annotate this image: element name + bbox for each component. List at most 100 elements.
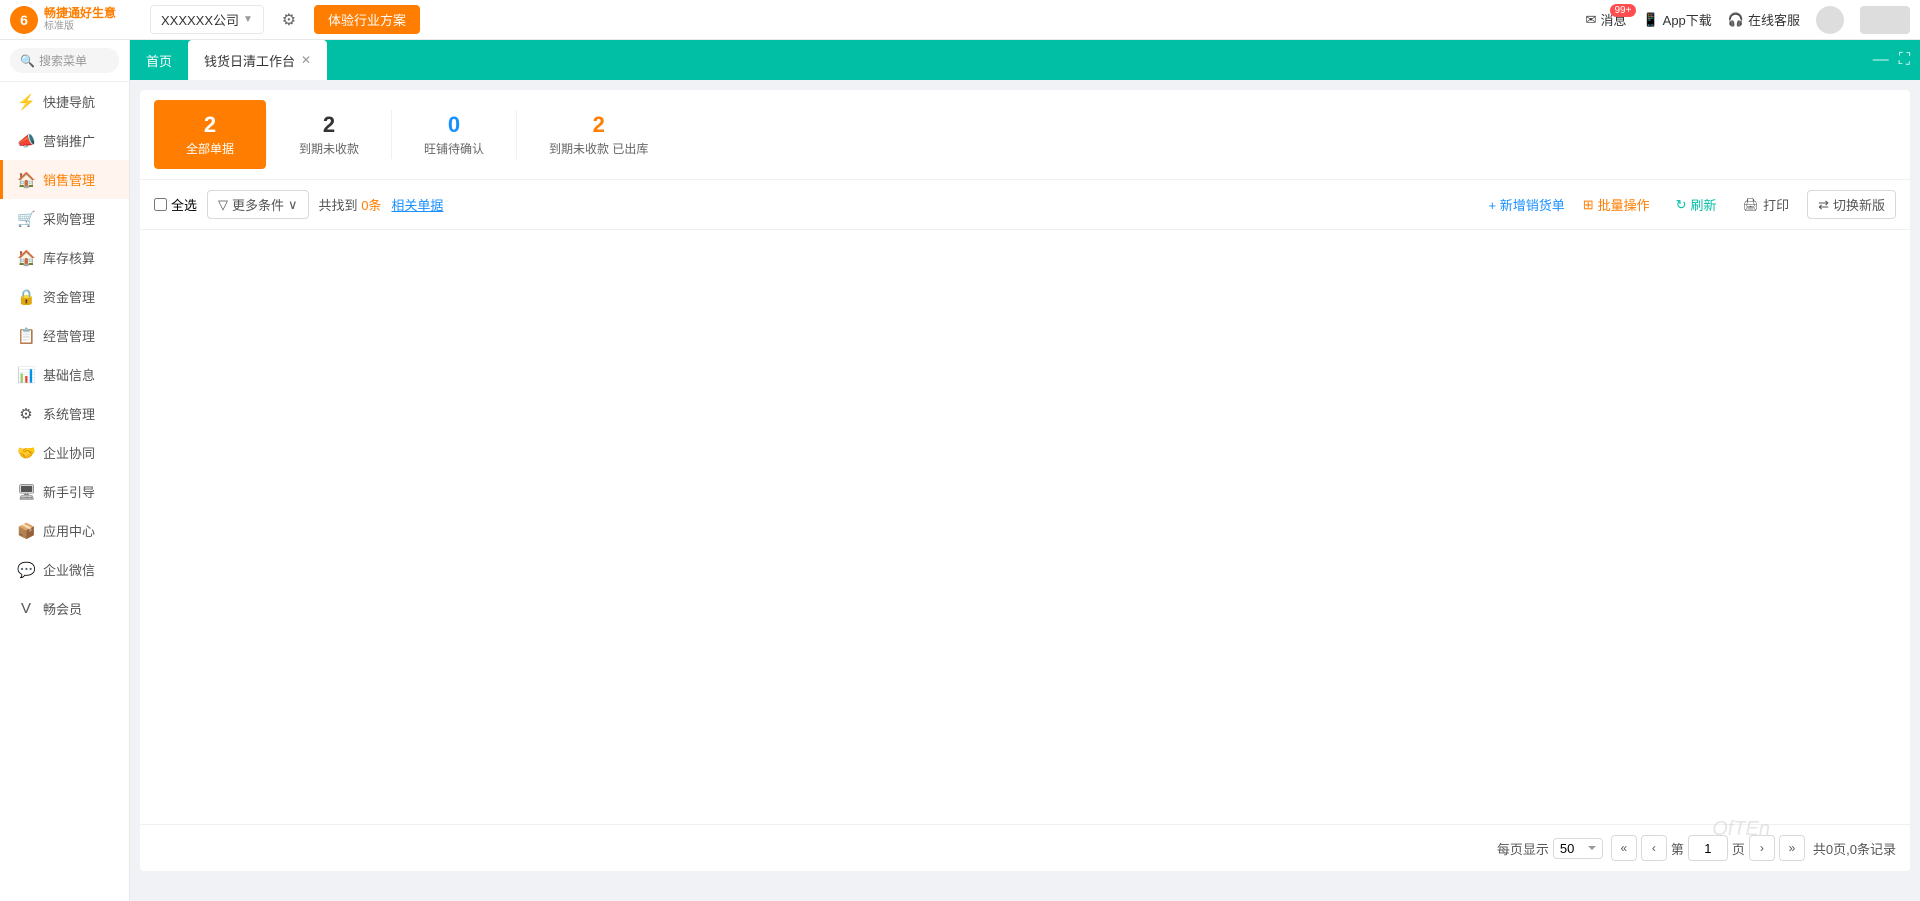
operation-icon: 📋	[17, 327, 35, 345]
sidebar-item-basic-info[interactable]: 📊 基础信息	[0, 355, 129, 394]
page-number-input[interactable]	[1688, 835, 1728, 861]
top-header: 6 畅捷通好生意 标准版 XXXXXX公司 ▼ ⚙ 体验行业方案 ✉ 消息 99…	[0, 0, 1920, 40]
sidebar-item-operation[interactable]: 📋 经营管理	[0, 316, 129, 355]
sidebar-item-sales[interactable]: 🏠 销售管理	[0, 160, 129, 199]
quick-nav-icon: ⚡	[17, 93, 35, 111]
sidebar-item-marketing[interactable]: 📣 营销推广	[0, 121, 129, 160]
inventory-icon: 🏠	[17, 249, 35, 267]
refresh-button[interactable]: ↻ 刷新	[1668, 191, 1725, 218]
card-overdue-num: 2	[323, 112, 335, 138]
sidebar-item-member[interactable]: V 畅会员	[0, 589, 129, 628]
card-wangpu[interactable]: 0 旺铺待确认	[392, 100, 516, 169]
service-icon: 🎧	[1728, 12, 1744, 28]
member-icon: V	[17, 600, 35, 617]
per-page-select[interactable]: 50 20 100	[1553, 838, 1603, 859]
sidebar-search-area: 🔍 搜索菜单	[0, 40, 129, 82]
per-page-label: 每页显示	[1497, 839, 1549, 858]
quick-nav-label: 快捷导航	[43, 92, 95, 111]
maximize-icon[interactable]: ⛶	[1899, 51, 1910, 69]
first-page-button[interactable]: «	[1611, 835, 1637, 861]
card-all-num: 2	[204, 112, 216, 138]
table-area	[140, 230, 1910, 824]
user-name-area[interactable]	[1860, 6, 1910, 34]
basic-info-icon: 📊	[17, 366, 35, 384]
tutorial-label: 新手引导	[43, 482, 95, 501]
app-center-label: 应用中心	[43, 521, 95, 540]
next-page-button[interactable]: ›	[1749, 835, 1775, 861]
sidebar-item-tutorial[interactable]: 🖥 新手引导	[0, 472, 129, 511]
message-icon: ✉	[1586, 12, 1597, 28]
sidebar-item-quick-nav[interactable]: ⚡ 快捷导航	[0, 82, 129, 121]
sidebar: 🔍 搜索菜单 ⚡ 快捷导航 📣 营销推广 🏠 销售管理 🛒 采购管理 🏠 库存核…	[0, 40, 130, 901]
cooperation-icon: 🤝	[17, 444, 35, 462]
sidebar-item-inventory[interactable]: 🏠 库存核算	[0, 238, 129, 277]
wechat-label: 企业微信	[43, 560, 95, 579]
page-size-selector: 每页显示 50 20 100	[1497, 838, 1603, 859]
card-overdue[interactable]: 2 到期未收款	[267, 100, 391, 169]
logo-area: 6 畅捷通好生意 标准版	[10, 6, 140, 34]
logo-icon: 6	[10, 6, 38, 34]
tab-home-label: 首页	[146, 51, 172, 70]
purchase-label: 采购管理	[43, 209, 95, 228]
app-download-button[interactable]: 📱 App下载	[1642, 10, 1711, 29]
company-name: XXXXXX公司	[161, 10, 239, 29]
finance-icon: 🔒	[17, 288, 35, 306]
sidebar-item-wechat[interactable]: 💬 企业微信	[0, 550, 129, 589]
basic-info-label: 基础信息	[43, 365, 95, 384]
purchase-icon: 🛒	[17, 210, 35, 228]
sales-icon: 🏠	[17, 171, 35, 189]
filter-arrow-icon: ∨	[288, 197, 298, 213]
finance-label: 资金管理	[43, 287, 95, 306]
experience-button[interactable]: 体验行业方案	[314, 5, 420, 34]
nav-tabs: 首页 钱货日清工作台 ✕ — ⛶	[130, 40, 1920, 80]
print-icon: 🖨	[1743, 197, 1760, 213]
app-center-icon: 📦	[17, 522, 35, 540]
add-sales-button[interactable]: + 新增销货单	[1484, 195, 1564, 214]
sidebar-search-button[interactable]: 🔍 搜索菜单	[10, 48, 119, 73]
last-page-button[interactable]: »	[1779, 835, 1805, 861]
pagination: 每页显示 50 20 100 « ‹ 第 页 › » 共0页,0条记录	[140, 824, 1910, 871]
found-text: 共找到 0条	[319, 195, 382, 214]
card-overdue-shipped-num: 2	[593, 112, 605, 138]
card-all[interactable]: 2 全部单据	[154, 100, 266, 169]
tab-workbench[interactable]: 钱货日清工作台 ✕	[188, 40, 327, 80]
sidebar-item-finance[interactable]: 🔒 资金管理	[0, 277, 129, 316]
settings-icon[interactable]: ⚙	[274, 5, 304, 35]
select-all-checkbox[interactable]: 全选	[154, 195, 197, 214]
search-placeholder: 搜索菜单	[39, 52, 87, 69]
logo-text: 畅捷通好生意 标准版	[44, 6, 116, 32]
sidebar-item-purchase[interactable]: 🛒 采购管理	[0, 199, 129, 238]
summary-cards: 2 全部单据 2 到期未收款 0 旺铺待确认 2 到期未收款 已出库	[140, 90, 1910, 180]
inventory-label: 库存核算	[43, 248, 95, 267]
tab-home[interactable]: 首页	[130, 40, 188, 80]
refresh-icon: ↻	[1676, 197, 1687, 213]
filter-button[interactable]: ▽ 更多条件 ∨	[207, 190, 309, 219]
minimize-icon[interactable]: —	[1873, 51, 1889, 69]
system-icon: ⚙	[17, 405, 35, 423]
wechat-icon: 💬	[17, 561, 35, 579]
batch-operation-button[interactable]: ⊞ 批量操作	[1575, 191, 1658, 218]
card-overdue-label: 到期未收款	[299, 140, 359, 157]
sidebar-item-cooperation[interactable]: 🤝 企业协同	[0, 433, 129, 472]
card-overdue-shipped[interactable]: 2 到期未收款 已出库	[517, 100, 680, 169]
operation-label: 经营管理	[43, 326, 95, 345]
message-button[interactable]: ✉ 消息 99+	[1586, 10, 1627, 29]
switch-version-button[interactable]: ⇄ 切换新版	[1807, 190, 1896, 219]
sidebar-item-system[interactable]: ⚙ 系统管理	[0, 394, 129, 433]
related-bills-link[interactable]: 相关单据	[391, 195, 443, 214]
app-download-label: App下载	[1663, 10, 1712, 29]
toolbar-left: 全选 ▽ 更多条件 ∨ 共找到 0条 相关单据	[154, 190, 1474, 219]
close-tab-icon[interactable]: ✕	[301, 53, 311, 67]
print-button[interactable]: 🖨 打印	[1735, 191, 1798, 218]
user-avatar[interactable]	[1816, 6, 1844, 34]
online-service-button[interactable]: 🎧 在线客服	[1728, 10, 1800, 29]
select-all-input[interactable]	[154, 198, 167, 211]
member-label: 畅会员	[43, 599, 82, 618]
company-selector[interactable]: XXXXXX公司 ▼	[150, 5, 264, 34]
prev-page-button[interactable]: ‹	[1641, 835, 1667, 861]
total-records: 共0页,0条记录	[1813, 839, 1896, 858]
sidebar-item-app-center[interactable]: 📦 应用中心	[0, 511, 129, 550]
marketing-label: 营销推广	[43, 131, 95, 150]
filter-label: 更多条件	[232, 195, 284, 214]
found-count: 0条	[361, 198, 381, 213]
